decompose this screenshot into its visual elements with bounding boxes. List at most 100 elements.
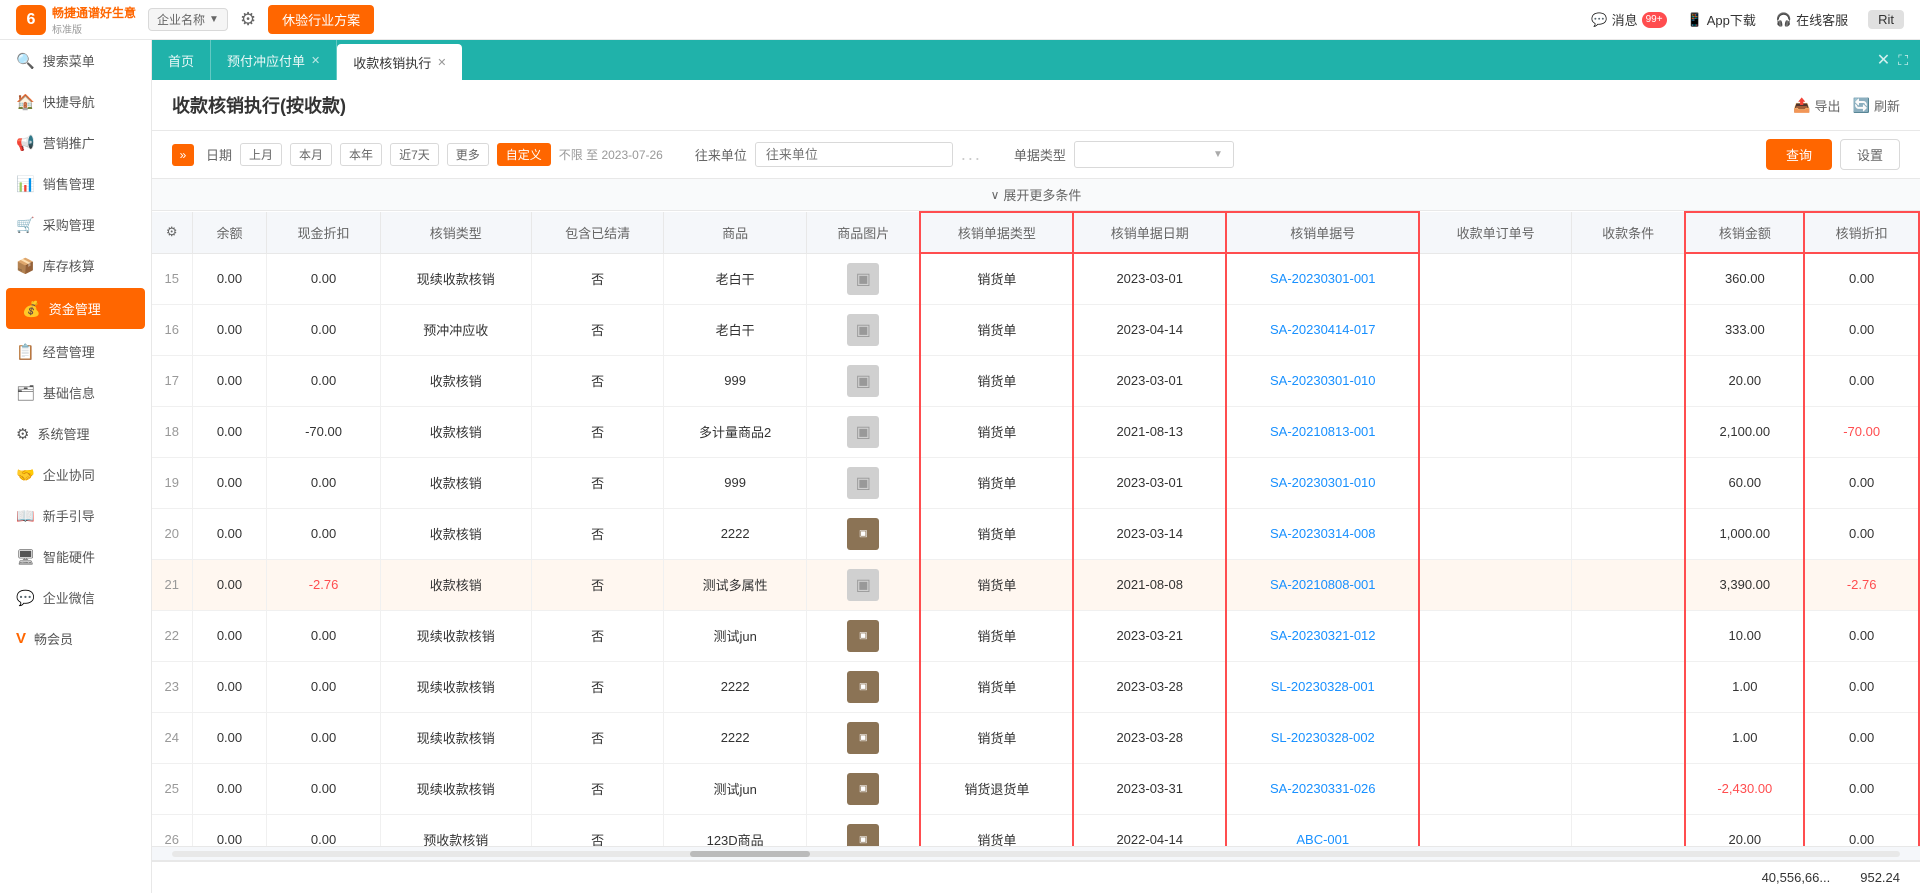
cell-bill-no[interactable]: SL-20230328-001 <box>1226 661 1419 712</box>
cell-verify-discount: 0.00 <box>1804 253 1919 304</box>
tab-collection-label: 收款核销执行 <box>353 53 431 72</box>
cell-product-img: ▣ <box>807 814 921 846</box>
date-btn-this-month[interactable]: 本月 <box>290 143 332 166</box>
expand-more-btn[interactable]: ∨ 展开更多条件 <box>991 185 1082 204</box>
sidebar-item-collab[interactable]: 🤝 企业协同 <box>0 454 151 495</box>
date-btn-more[interactable]: 更多 <box>447 143 489 166</box>
member-icon: V <box>16 630 26 647</box>
cell-balance: 0.00 <box>192 814 267 846</box>
bill-type-select[interactable]: ▼ <box>1074 141 1234 168</box>
cell-product-img: ▣ <box>807 253 921 304</box>
sidebar-item-basic[interactable]: 🗂 基础信息 <box>0 372 151 413</box>
cell-verify-amount: 1.00 <box>1685 661 1804 712</box>
setting-btn[interactable]: 设置 <box>1840 139 1900 170</box>
cell-balance: 0.00 <box>192 712 267 763</box>
sidebar-item-marketing[interactable]: 📢 营销推广 <box>0 122 151 163</box>
cell-bill-no[interactable]: SA-20230321-012 <box>1226 610 1419 661</box>
unit-filter-input[interactable] <box>755 142 953 167</box>
tab-collection-close-icon[interactable]: ✕ <box>437 56 446 69</box>
cell-verify-discount: 0.00 <box>1804 610 1919 661</box>
service-btn[interactable]: 🎧 在线客服 <box>1776 10 1848 29</box>
cell-receipt-condition <box>1571 661 1685 712</box>
cell-cash-discount: 0.00 <box>267 304 380 355</box>
table-row: 23 0.00 0.00 现续收款核销 否 2222 ▣ 销货单 2023-03… <box>152 661 1919 712</box>
sidebar-label-collab: 企业协同 <box>43 465 95 484</box>
industry-btn[interactable]: 休验行业方案 <box>268 5 374 34</box>
finance-icon: 💰 <box>22 300 41 318</box>
tab-prepay-label: 预付冲应付单 <box>227 51 305 70</box>
sidebar-item-search[interactable]: 🔍 搜索菜单 <box>0 40 151 81</box>
cell-product-img: ▣ <box>807 559 921 610</box>
cell-include-closed: 否 <box>531 814 663 846</box>
logo-text: 畅捷通谱好生意 标准版 <box>52 4 136 36</box>
cell-include-closed: 否 <box>531 712 663 763</box>
cell-verify-amount: 333.00 <box>1685 304 1804 355</box>
cell-bill-no[interactable]: SA-20210813-001 <box>1226 406 1419 457</box>
cell-bill-no[interactable]: SA-20230301-010 <box>1226 355 1419 406</box>
tab-prepay-close-icon[interactable]: ✕ <box>311 54 320 67</box>
expand-arrow-btn[interactable]: » <box>172 144 194 166</box>
cell-bill-type: 销货单 <box>920 559 1073 610</box>
sidebar-item-wechat[interactable]: 💬 企业微信 <box>0 577 151 618</box>
export-btn[interactable]: 📤 导出 <box>1793 96 1840 115</box>
cell-bill-no[interactable]: SA-20210808-001 <box>1226 559 1419 610</box>
cell-verify-amount: -2,430.00 <box>1685 763 1804 814</box>
cell-product-img: ▣ <box>807 763 921 814</box>
cell-receipt-condition <box>1571 406 1685 457</box>
cell-bill-no[interactable]: SA-20230301-001 <box>1226 253 1419 304</box>
sidebar-item-member[interactable]: V 畅会员 <box>0 618 151 659</box>
cell-bill-no[interactable]: SL-20230328-002 <box>1226 712 1419 763</box>
query-btn[interactable]: 查询 <box>1766 139 1832 170</box>
cell-bill-date: 2023-03-01 <box>1073 457 1226 508</box>
cell-product: 999 <box>664 457 807 508</box>
cell-bill-type: 销货单 <box>920 457 1073 508</box>
sidebar-item-purchase[interactable]: 🛒 采购管理 <box>0 204 151 245</box>
sidebar-item-system[interactable]: ⚙ 系统管理 <box>0 413 151 454</box>
sidebar-item-finance[interactable]: 💰 资金管理 <box>6 288 145 329</box>
cell-bill-no[interactable]: SA-20230301-010 <box>1226 457 1419 508</box>
table-footer: 40,556,66... 952.24 <box>152 860 1920 893</box>
cell-bill-no[interactable]: ABC-001 <box>1226 814 1419 846</box>
date-btn-7days[interactable]: 近7天 <box>390 143 439 166</box>
cell-product-img: ▣ <box>807 457 921 508</box>
message-btn[interactable]: 💬 消息 99+ <box>1591 10 1666 29</box>
date-btn-custom[interactable]: 自定义 <box>497 143 551 166</box>
tab-home[interactable]: 首页 <box>152 40 211 80</box>
sidebar-item-inventory[interactable]: 📦 库存核算 <box>0 245 151 286</box>
cell-verify-discount: -2.76 <box>1804 559 1919 610</box>
cell-bill-type: 销货单 <box>920 814 1073 846</box>
cell-bill-no[interactable]: SA-20230414-017 <box>1226 304 1419 355</box>
company-dropdown[interactable]: 企业名称 ▼ <box>148 8 228 31</box>
app-download-btn[interactable]: 📱 App下载 <box>1687 10 1756 29</box>
sidebar-item-quicknav[interactable]: 🏠 快捷导航 <box>0 81 151 122</box>
sidebar-item-sales[interactable]: 📊 销售管理 <box>0 163 151 204</box>
cell-product-img: ▣ <box>807 712 921 763</box>
purchase-icon: 🛒 <box>16 216 35 234</box>
tab-prepay[interactable]: 预付冲应付单 ✕ <box>211 40 337 80</box>
cell-bill-no[interactable]: SA-20230314-008 <box>1226 508 1419 559</box>
cell-bill-date: 2023-04-14 <box>1073 304 1226 355</box>
cell-bill-no[interactable]: SA-20230331-026 <box>1226 763 1419 814</box>
cell-balance: 0.00 <box>192 304 267 355</box>
tab-collection[interactable]: 收款核销执行 ✕ <box>337 44 462 80</box>
filter-dots-btn[interactable]: ... <box>961 144 982 165</box>
cell-bill-date: 2022-04-14 <box>1073 814 1226 846</box>
tab-close-btn[interactable]: ✕ <box>1877 50 1890 70</box>
table-row: 15 0.00 0.00 现续收款核销 否 老白干 ▣ 销货单 2023-03-… <box>152 253 1919 304</box>
sidebar-item-guide[interactable]: 📖 新手引导 <box>0 495 151 536</box>
col-gear-header[interactable]: ⚙ <box>152 212 192 253</box>
sidebar-item-business[interactable]: 📋 经营管理 <box>0 331 151 372</box>
cell-receipt-condition <box>1571 814 1685 846</box>
col-product-img-header: 商品图片 <box>807 212 921 253</box>
logo-icon: 6 <box>16 5 46 35</box>
col-receipt-order-header: 收款单订单号 <box>1419 212 1571 253</box>
refresh-btn[interactable]: 🔄 刷新 <box>1853 96 1900 115</box>
cell-verify-discount: 0.00 <box>1804 304 1919 355</box>
settings-gear-icon[interactable]: ⚙ <box>240 9 256 30</box>
date-btn-last-month[interactable]: 上月 <box>240 143 282 166</box>
tab-expand-btn[interactable]: ⛶ <box>1898 52 1908 69</box>
sidebar-item-hardware[interactable]: 🖥 智能硬件 <box>0 536 151 577</box>
date-btn-this-year[interactable]: 本年 <box>340 143 382 166</box>
cell-include-closed: 否 <box>531 763 663 814</box>
horizontal-scrollbar[interactable] <box>152 846 1920 860</box>
